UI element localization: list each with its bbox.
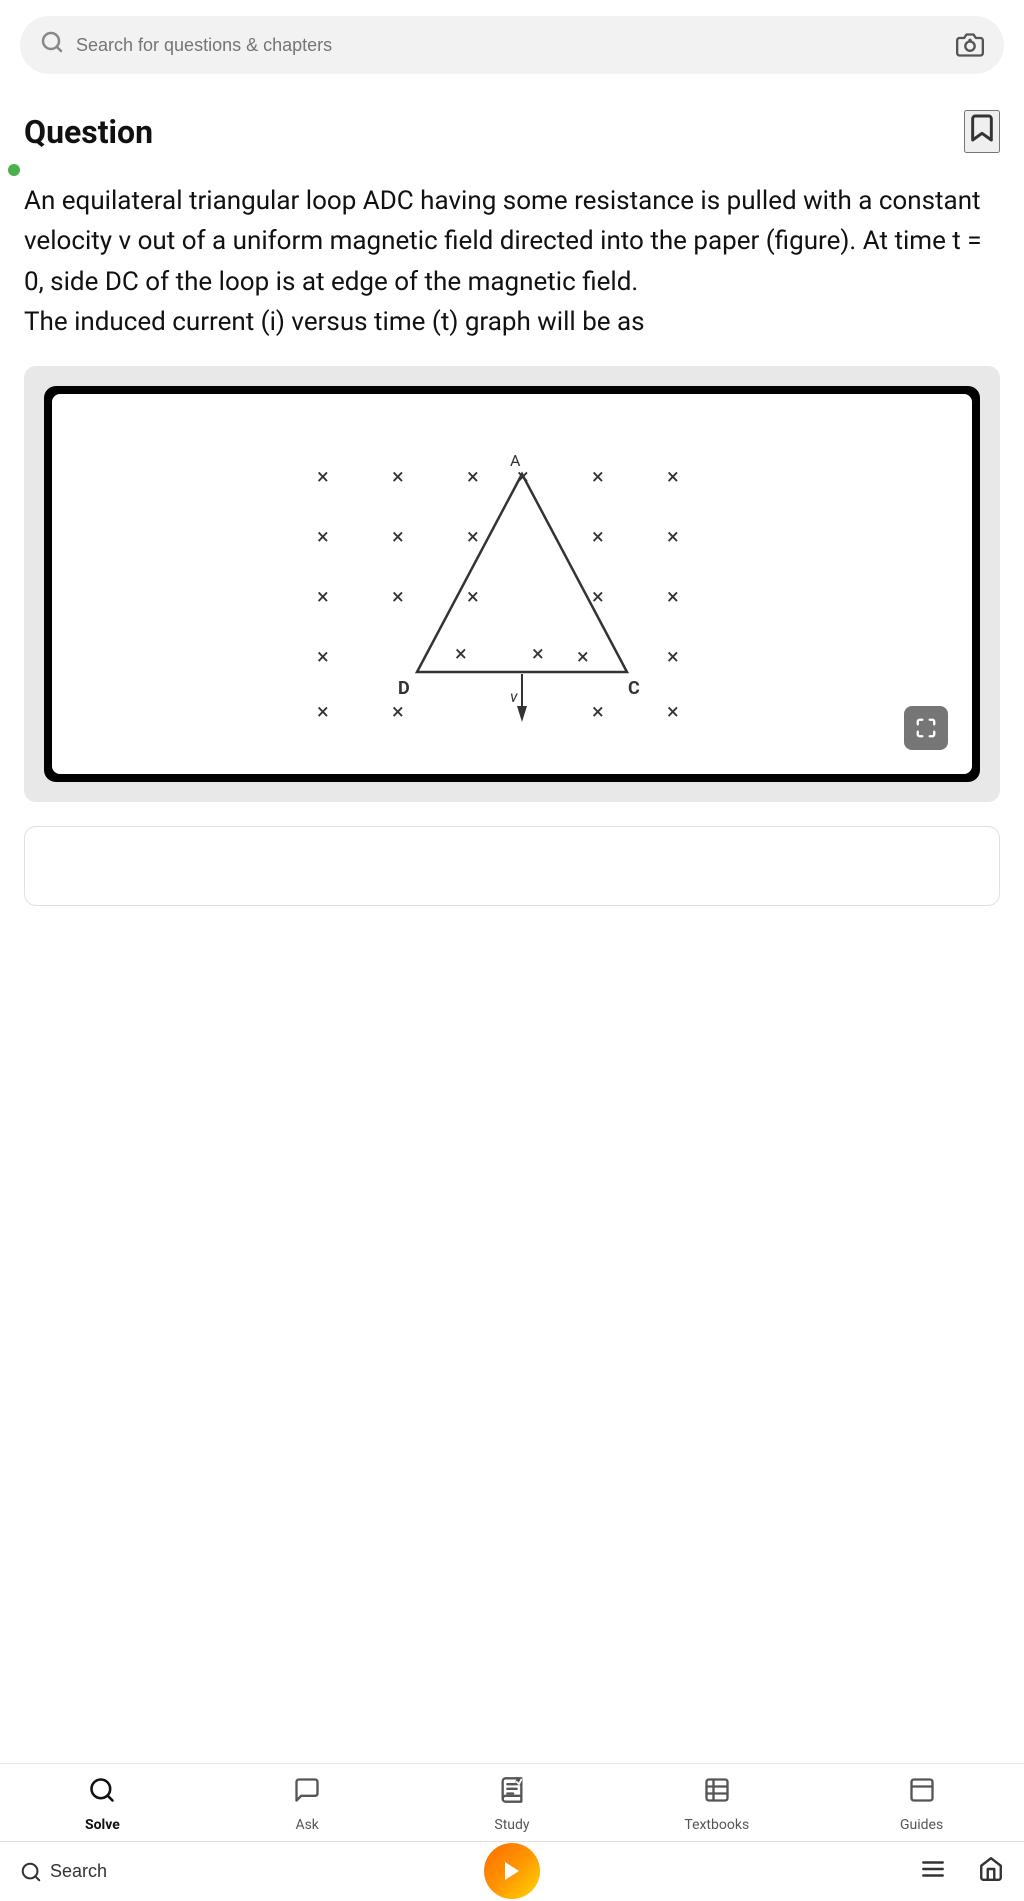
bottom-search-label: Search [50, 1861, 107, 1882]
study-label: Study [494, 1817, 529, 1833]
svg-text:v: v [510, 687, 518, 706]
svg-text:×: × [467, 465, 479, 490]
nav-item-guides[interactable]: Guides [882, 1776, 962, 1833]
nav-item-ask[interactable]: Ask [267, 1776, 347, 1833]
svg-text:×: × [392, 700, 404, 725]
answer-partial [24, 826, 1000, 906]
svg-text:×: × [317, 585, 329, 610]
question-section: Question An equilateral triangular loop … [0, 90, 1024, 926]
svg-text:C: C [628, 678, 640, 699]
svg-text:×: × [592, 465, 604, 490]
diagram-container: × × × A × × × × × × × × × [24, 366, 1000, 802]
nav-item-solve[interactable]: Solve [62, 1776, 142, 1833]
diagram-wrapper: × × × A × × × × × × × × × [44, 386, 980, 782]
camera-button[interactable] [956, 31, 984, 59]
svg-text:×: × [392, 525, 404, 550]
svg-text:D: D [398, 678, 410, 699]
textbooks-label: Textbooks [684, 1817, 749, 1833]
svg-text:×: × [317, 525, 329, 550]
search-input[interactable] [76, 35, 944, 56]
ask-label: Ask [295, 1817, 318, 1833]
svg-text:×: × [667, 525, 679, 550]
svg-text:×: × [592, 585, 604, 610]
search-icon [40, 30, 64, 60]
svg-text:×: × [577, 645, 589, 670]
status-dot [8, 164, 20, 176]
svg-text:×: × [455, 642, 467, 667]
svg-text:×: × [317, 465, 329, 490]
textbooks-icon [703, 1776, 731, 1811]
guides-icon [908, 1776, 936, 1811]
question-header: Question [24, 110, 1000, 153]
svg-text:×: × [317, 645, 329, 670]
home-button[interactable] [978, 1856, 1004, 1888]
search-bar [20, 16, 1004, 74]
search-bar-section [0, 0, 1024, 90]
question-body: An equilateral triangular loop ADC havin… [24, 181, 1000, 342]
bookmark-button[interactable] [964, 110, 1000, 153]
study-icon [498, 1776, 526, 1811]
svg-text:×: × [467, 585, 479, 610]
question-title: Question [24, 113, 153, 151]
bottom-navigation: Solve Ask Study [0, 1763, 1024, 1841]
bottom-bar: Search [0, 1841, 1024, 1901]
solve-icon [88, 1776, 116, 1811]
ask-icon [293, 1776, 321, 1811]
diagram-svg: × × × A × × × × × × × × × [92, 424, 932, 744]
guides-label: Guides [900, 1817, 943, 1833]
svg-text:×: × [667, 645, 679, 670]
fullscreen-button[interactable] [904, 706, 948, 750]
nav-item-study[interactable]: Study [472, 1776, 552, 1833]
svg-text:×: × [317, 700, 329, 725]
svg-text:×: × [392, 585, 404, 610]
menu-button[interactable] [920, 1856, 946, 1888]
diagram-inner: × × × A × × × × × × × × × [52, 394, 972, 774]
solve-label: Solve [85, 1817, 120, 1833]
svg-text:×: × [392, 465, 404, 490]
svg-text:×: × [592, 700, 604, 725]
svg-text:×: × [532, 642, 544, 667]
svg-text:×: × [592, 525, 604, 550]
nav-item-textbooks[interactable]: Textbooks [677, 1776, 757, 1833]
svg-text:×: × [667, 585, 679, 610]
bottom-search-button[interactable]: Search [20, 1861, 107, 1883]
svg-text:×: × [467, 525, 479, 550]
svg-text:×: × [667, 700, 679, 725]
svg-text:×: × [667, 465, 679, 490]
play-button[interactable] [484, 1843, 540, 1899]
